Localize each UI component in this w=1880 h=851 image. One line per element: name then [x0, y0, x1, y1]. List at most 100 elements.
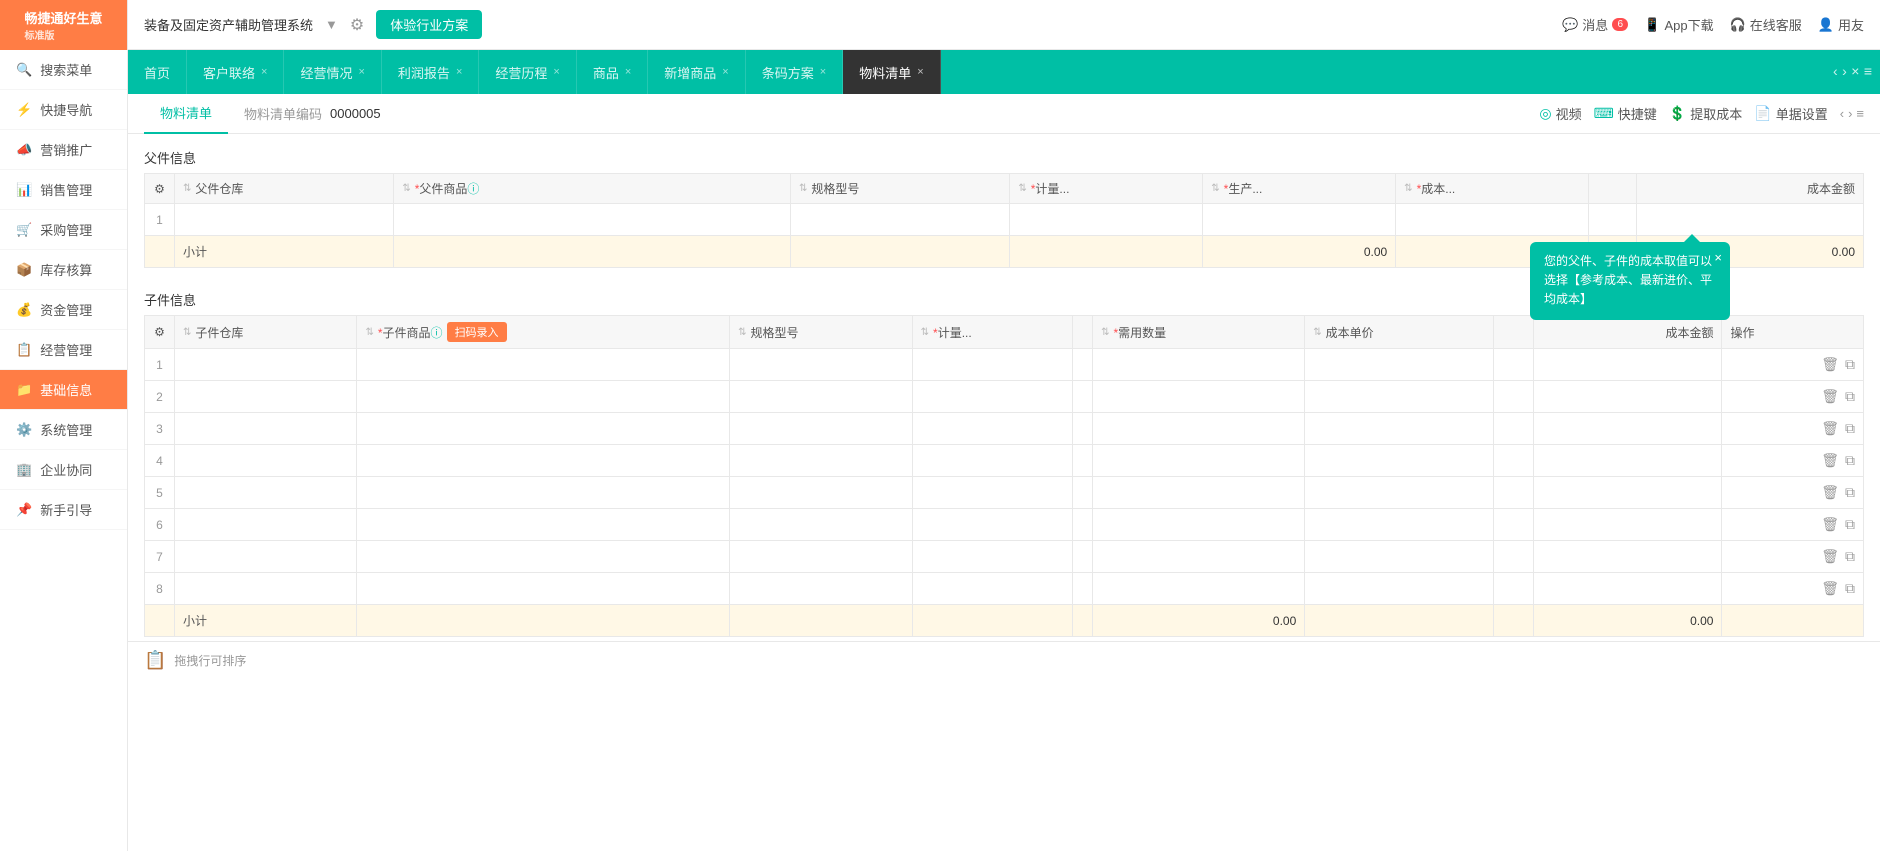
parent-row-1-product[interactable]: [394, 204, 791, 236]
cost-sort-icon[interactable]: ⇅: [1404, 183, 1412, 194]
child-row-7-unit-cost[interactable]: [1305, 541, 1494, 573]
sidebar-search-item[interactable]: 🔍 搜索菜单: [0, 50, 127, 90]
delete-icon-row-6[interactable]: 🗑: [1821, 516, 1839, 533]
sidebar-item-marketing[interactable]: 📣 营销推广: [0, 130, 127, 170]
child-row-3-product[interactable]: [357, 413, 730, 445]
tab-operation-status[interactable]: 经营情况 ×: [284, 50, 381, 94]
copy-icon-row-4[interactable]: ⧉: [1845, 452, 1855, 469]
child-row-6-product[interactable]: [357, 509, 730, 541]
parent-row-1-cost[interactable]: [1396, 204, 1589, 236]
child-row-3-quantity[interactable]: [1093, 413, 1305, 445]
message-button[interactable]: 💬 消息 6: [1562, 15, 1628, 34]
child-row-3-spec[interactable]: [730, 413, 912, 445]
delete-icon-row-2[interactable]: 🗑: [1821, 388, 1839, 405]
sidebar-item-system[interactable]: ⚙️ 系统管理: [0, 410, 127, 450]
child-row-8-unit[interactable]: [912, 573, 1072, 605]
copy-icon-row-5[interactable]: ⧉: [1845, 484, 1855, 501]
prod-sort-icon[interactable]: ⇅: [1211, 183, 1219, 194]
spec-sort-icon[interactable]: ⇅: [799, 183, 807, 194]
child-row-4-unit[interactable]: [912, 445, 1072, 477]
child-row-6-unit-cost[interactable]: [1305, 509, 1494, 541]
sidebar-item-operation[interactable]: 📋 经营管理: [0, 330, 127, 370]
child-qty-sort[interactable]: ⇅: [1101, 327, 1109, 338]
child-row-4-warehouse[interactable]: [175, 445, 357, 477]
child-row-1-quantity[interactable]: [1093, 349, 1305, 381]
dropdown-icon[interactable]: ▼: [325, 17, 338, 32]
child-row-7-product[interactable]: [357, 541, 730, 573]
extract-cost-action[interactable]: 💲 提取成本: [1669, 104, 1742, 123]
child-warehouse-sort[interactable]: ⇅: [183, 327, 191, 338]
copy-icon-row-8[interactable]: ⧉: [1845, 580, 1855, 597]
child-row-6-spec[interactable]: [730, 509, 912, 541]
sidebar-item-guide[interactable]: 📌 新手引导: [0, 490, 127, 530]
child-unit-sort[interactable]: ⇅: [921, 327, 929, 338]
parent-row-1-warehouse[interactable]: [175, 204, 394, 236]
child-product-sort[interactable]: ⇅: [365, 327, 373, 338]
child-row-7-quantity[interactable]: [1093, 541, 1305, 573]
app-download-button[interactable]: 📱 App下载: [1644, 15, 1713, 34]
tooltip-close-icon[interactable]: ×: [1714, 248, 1722, 269]
child-row-6-unit[interactable]: [912, 509, 1072, 541]
child-row-4-quantity[interactable]: [1093, 445, 1305, 477]
sidebar-item-inventory[interactable]: 📦 库存核算: [0, 250, 127, 290]
parent-row-1-spec[interactable]: [791, 204, 1010, 236]
copy-icon-row-3[interactable]: ⧉: [1845, 420, 1855, 437]
tab-op-history-close[interactable]: ×: [553, 66, 559, 78]
child-row-2-warehouse[interactable]: [175, 381, 357, 413]
delete-icon-row-1[interactable]: 🗑: [1821, 356, 1839, 373]
sidebar-item-purchase[interactable]: 🛒 采购管理: [0, 210, 127, 250]
copy-icon-row-2[interactable]: ⧉: [1845, 388, 1855, 405]
delete-icon-row-5[interactable]: 🗑: [1821, 484, 1839, 501]
child-row-8-warehouse[interactable]: [175, 573, 357, 605]
tab-customers[interactable]: 客户联络 ×: [187, 50, 284, 94]
nav-next-icon[interactable]: ›: [1842, 63, 1847, 79]
child-row-4-unit-cost[interactable]: [1305, 445, 1494, 477]
tab-close-all-icon[interactable]: ×: [1851, 63, 1859, 79]
child-row-7-unit[interactable]: [912, 541, 1072, 573]
tab-new-product[interactable]: 新增商品 ×: [648, 50, 745, 94]
single-settings-action[interactable]: 📄 单据设置: [1754, 104, 1827, 123]
sub-tab-bom[interactable]: 物料清单: [144, 94, 228, 134]
child-row-3-unit-cost[interactable]: [1305, 413, 1494, 445]
tab-customers-close[interactable]: ×: [261, 66, 267, 78]
child-row-2-unit-cost[interactable]: [1305, 381, 1494, 413]
child-row-8-quantity[interactable]: [1093, 573, 1305, 605]
view-action[interactable]: ◎ 视频: [1539, 104, 1581, 123]
copy-icon-row-7[interactable]: ⧉: [1845, 548, 1855, 565]
parent-row-1-unit[interactable]: [1010, 204, 1203, 236]
child-row-5-quantity[interactable]: [1093, 477, 1305, 509]
sidebar-item-sales[interactable]: 📊 销售管理: [0, 170, 127, 210]
child-row-3-unit[interactable]: [912, 413, 1072, 445]
list-view-icon[interactable]: ≡: [1856, 106, 1864, 121]
delete-icon-row-4[interactable]: 🗑: [1821, 452, 1839, 469]
child-row-4-spec[interactable]: [730, 445, 912, 477]
sidebar-item-basic-info[interactable]: 📁 基础信息: [0, 370, 127, 410]
nav-prev-icon[interactable]: ‹: [1833, 63, 1838, 79]
sidebar-item-quick-nav[interactable]: ⚡ 快捷导航: [0, 90, 127, 130]
tab-profit-report[interactable]: 利润报告 ×: [382, 50, 479, 94]
tab-bom-close[interactable]: ×: [917, 66, 923, 78]
child-row-5-spec[interactable]: [730, 477, 912, 509]
child-row-8-spec[interactable]: [730, 573, 912, 605]
parent-col-settings[interactable]: ⚙: [145, 174, 175, 204]
child-row-7-warehouse[interactable]: [175, 541, 357, 573]
tab-op-status-close[interactable]: ×: [358, 66, 364, 78]
scan-button[interactable]: 扫码录入: [447, 322, 507, 342]
child-row-1-unit[interactable]: [912, 349, 1072, 381]
delete-icon-row-8[interactable]: 🗑: [1821, 580, 1839, 597]
tab-home[interactable]: 首页: [128, 50, 187, 94]
gear-icon[interactable]: ⚙: [350, 15, 364, 35]
child-row-1-unit-cost[interactable]: [1305, 349, 1494, 381]
child-row-8-product[interactable]: [357, 573, 730, 605]
child-row-2-quantity[interactable]: [1093, 381, 1305, 413]
page-prev-icon[interactable]: ‹: [1840, 106, 1844, 121]
child-row-5-unit[interactable]: [912, 477, 1072, 509]
user-button[interactable]: 👤 用友: [1818, 15, 1864, 34]
warehouse-sort-icon[interactable]: ⇅: [183, 183, 191, 194]
child-row-6-quantity[interactable]: [1093, 509, 1305, 541]
tab-products-close[interactable]: ×: [625, 66, 631, 78]
delete-icon-row-7[interactable]: 🗑: [1821, 548, 1839, 565]
page-next-icon[interactable]: ›: [1848, 106, 1852, 121]
service-button[interactable]: 🎧 在线客服: [1730, 15, 1802, 34]
child-row-8-unit-cost[interactable]: [1305, 573, 1494, 605]
